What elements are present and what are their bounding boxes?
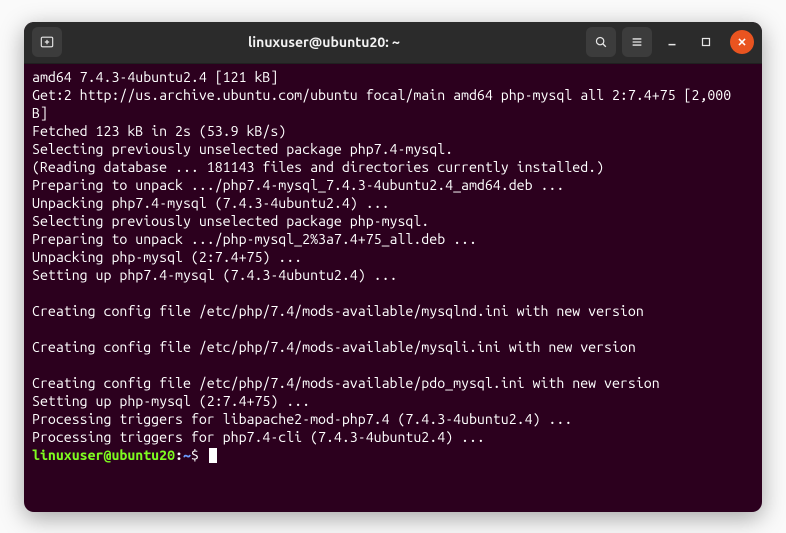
- terminal-body[interactable]: amd64 7.4.3-4ubuntu2.4 [121 kB]Get:2 htt…: [24, 64, 762, 512]
- titlebar-right: [586, 27, 754, 57]
- titlebar: linuxuser@ubuntu20: ~: [24, 22, 762, 64]
- terminal-line: Selecting previously unselected package …: [32, 140, 754, 158]
- search-button[interactable]: [586, 27, 616, 57]
- prompt-dollar: $: [191, 447, 207, 463]
- terminal-line: Unpacking php-mysql (2:7.4+75) ...: [32, 248, 754, 266]
- terminal-line: Fetched 123 kB in 2s (53.9 kB/s): [32, 122, 754, 140]
- terminal-line: Preparing to unpack .../php7.4-mysql_7.4…: [32, 176, 754, 194]
- terminal-line: Processing triggers for php7.4-cli (7.4.…: [32, 428, 754, 446]
- terminal-line: Processing triggers for libapache2-mod-p…: [32, 410, 754, 428]
- search-icon: [594, 35, 608, 49]
- terminal-line: Setting up php7.4-mysql (7.4.3-4ubuntu2.…: [32, 266, 754, 284]
- close-button[interactable]: [730, 30, 754, 54]
- minimize-button[interactable]: [658, 27, 686, 57]
- maximize-button[interactable]: [692, 27, 720, 57]
- maximize-icon: [699, 35, 713, 49]
- terminal-line: Creating config file /etc/php/7.4/mods-a…: [32, 302, 754, 320]
- menu-button[interactable]: [622, 27, 652, 57]
- titlebar-left: [32, 27, 62, 57]
- new-tab-icon: [40, 35, 54, 49]
- terminal-line: Setting up php-mysql (2:7.4+75) ...: [32, 392, 754, 410]
- new-tab-button[interactable]: [32, 27, 62, 57]
- terminal-window: linuxuser@ubuntu20: ~: [24, 22, 762, 512]
- terminal-line: [32, 320, 754, 338]
- minimize-icon: [665, 35, 679, 49]
- prompt-path: ~: [183, 447, 191, 463]
- prompt-userhost: linuxuser@ubuntu20: [32, 447, 175, 463]
- close-icon: [735, 35, 749, 49]
- terminal-line: (Reading database ... 181143 files and d…: [32, 158, 754, 176]
- terminal-line: Preparing to unpack .../php-mysql_2%3a7.…: [32, 230, 754, 248]
- terminal-line: Selecting previously unselected package …: [32, 212, 754, 230]
- terminal-line: [32, 356, 754, 374]
- window-title: linuxuser@ubuntu20: ~: [68, 34, 580, 50]
- cursor: [209, 448, 217, 463]
- prompt-colon: :: [175, 447, 183, 463]
- terminal-line: Creating config file /etc/php/7.4/mods-a…: [32, 374, 754, 392]
- terminal-line: [32, 284, 754, 302]
- terminal-line: Unpacking php7.4-mysql (7.4.3-4ubuntu2.4…: [32, 194, 754, 212]
- prompt-line[interactable]: linuxuser@ubuntu20:~$: [32, 446, 754, 464]
- terminal-line: Creating config file /etc/php/7.4/mods-a…: [32, 338, 754, 356]
- hamburger-icon: [630, 35, 644, 49]
- terminal-line: Get:2 http://us.archive.ubuntu.com/ubunt…: [32, 86, 754, 122]
- terminal-line: amd64 7.4.3-4ubuntu2.4 [121 kB]: [32, 68, 754, 86]
